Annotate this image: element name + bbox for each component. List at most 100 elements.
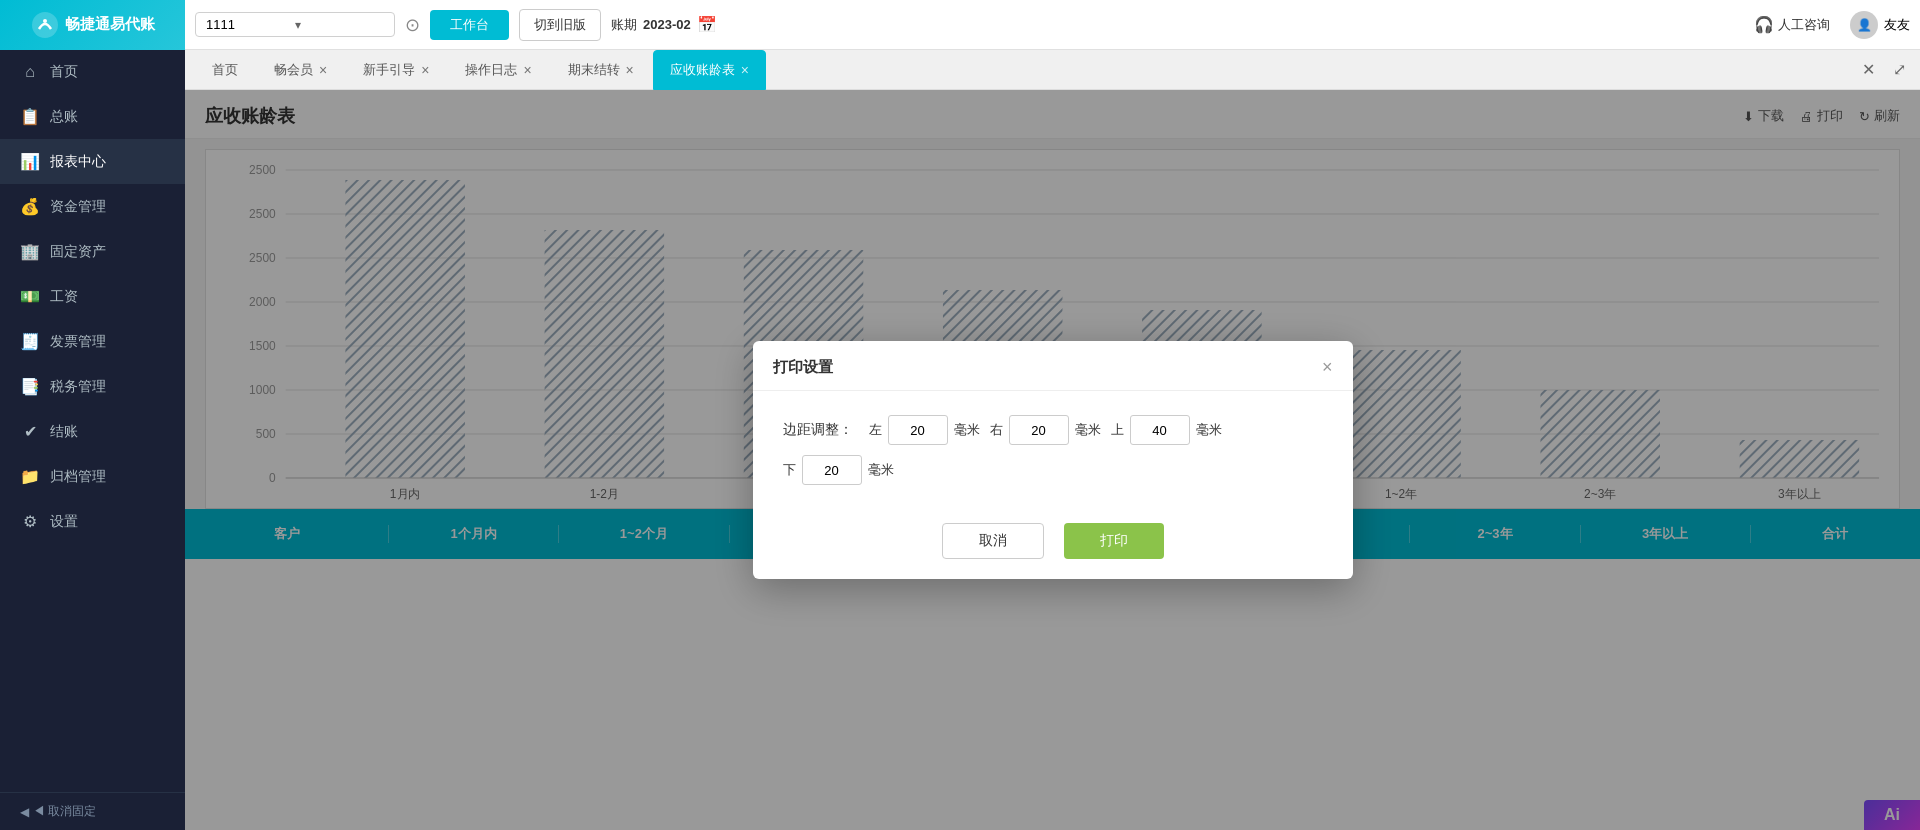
sidebar-collapse-button[interactable]: ◀ ◀ 取消固定 [0, 792, 185, 830]
tab-guide-label: 新手引导 [363, 61, 415, 79]
workbench-button[interactable]: 工作台 [430, 10, 509, 40]
tab-bar: 首页 畅会员 × 新手引导 × 操作日志 × 期末结转 × 应收账龄表 × [185, 50, 1920, 90]
sidebar-item-funds[interactable]: 💰 资金管理 [0, 184, 185, 229]
company-selector[interactable]: 1111 ▾ [195, 12, 395, 37]
tab-member[interactable]: 畅会员 × [257, 50, 344, 90]
sidebar-item-salary[interactable]: 💵 工资 [0, 274, 185, 319]
sidebar-label-salary: 工资 [50, 288, 78, 306]
content-area: 首页 畅会员 × 新手引导 × 操作日志 × 期末结转 × 应收账龄表 × [185, 50, 1920, 830]
tab-oplog-label: 操作日志 [465, 61, 517, 79]
archive-icon: 📁 [20, 467, 40, 486]
bottom-margin-input[interactable] [802, 455, 862, 485]
sidebar-item-checkout[interactable]: ✔ 结账 [0, 409, 185, 454]
assets-icon: 🏢 [20, 242, 40, 261]
tab-aging[interactable]: 应收账龄表 × [653, 50, 766, 90]
left-margin-group: 左 毫米 [869, 415, 980, 445]
left-unit: 毫米 [954, 421, 980, 439]
logo-icon [31, 11, 59, 39]
checkout-icon: ✔ [20, 422, 40, 441]
collapse-icon: ◀ [20, 805, 29, 819]
period-value: 2023-02 [643, 17, 691, 32]
top-margin-input[interactable] [1130, 415, 1190, 445]
sidebar-item-home[interactable]: ⌂ 首页 [0, 50, 185, 94]
chevron-down-icon: ▾ [295, 18, 301, 32]
cancel-button[interactable]: 取消 [942, 523, 1044, 559]
tab-yearend-label: 期末结转 [568, 61, 620, 79]
sidebar-label-invoice: 发票管理 [50, 333, 106, 351]
avatar-icon: 👤 [1857, 18, 1872, 32]
company-copy-button[interactable]: ⊙ [405, 14, 420, 36]
company-name: 1111 [206, 17, 235, 32]
right-margin-input[interactable] [1009, 415, 1069, 445]
tab-aging-label: 应收账龄表 [670, 61, 735, 79]
ledger-icon: 📋 [20, 107, 40, 126]
sidebar-item-assets[interactable]: 🏢 固定资产 [0, 229, 185, 274]
sidebar-label-checkout: 结账 [50, 423, 78, 441]
user-label: 友友 [1884, 16, 1910, 34]
top-label: 上 [1111, 421, 1124, 439]
collapse-label: ◀ 取消固定 [33, 803, 96, 820]
top-unit: 毫米 [1196, 421, 1222, 439]
tab-guide[interactable]: 新手引导 × [346, 50, 446, 90]
bottom-unit: 毫米 [868, 461, 894, 479]
settings-icon: ⚙ [20, 512, 40, 531]
sidebar-label-settings: 设置 [50, 513, 78, 531]
tab-guide-close[interactable]: × [421, 63, 429, 77]
period-area: 账期 2023-02 📅 [611, 15, 717, 34]
tab-yearend-close[interactable]: × [626, 63, 634, 77]
period-label: 账期 [611, 16, 637, 34]
sidebar-item-invoice[interactable]: 🧾 发票管理 [0, 319, 185, 364]
logo-text: 畅捷通易代账 [65, 15, 155, 34]
sidebar-label-ledger: 总账 [50, 108, 78, 126]
expand-button[interactable]: ⤢ [1889, 56, 1910, 83]
old-version-button[interactable]: 切到旧版 [519, 9, 601, 41]
tab-yearend[interactable]: 期末结转 × [551, 50, 651, 90]
funds-icon: 💰 [20, 197, 40, 216]
consultation-button[interactable]: 🎧 人工咨询 [1754, 15, 1830, 34]
right-margin-group: 右 毫米 [990, 415, 1101, 445]
main-layout: ⌂ 首页 📋 总账 📊 报表中心 💰 资金管理 🏢 固定资产 💵 工资 🧾 发票… [0, 50, 1920, 830]
tab-aging-close[interactable]: × [741, 63, 749, 77]
sidebar-label-reports: 报表中心 [50, 153, 106, 171]
reports-icon: 📊 [20, 152, 40, 171]
close-all-button[interactable]: ✕ [1858, 56, 1879, 83]
sidebar: ⌂ 首页 📋 总账 📊 报表中心 💰 资金管理 🏢 固定资产 💵 工资 🧾 发票… [0, 50, 185, 830]
dialog-close-button[interactable]: × [1322, 357, 1333, 378]
sidebar-item-reports[interactable]: 📊 报表中心 [0, 139, 185, 184]
dialog-title: 打印设置 [773, 358, 833, 377]
sidebar-item-tax[interactable]: 📑 税务管理 [0, 364, 185, 409]
tax-icon: 📑 [20, 377, 40, 396]
tab-member-close[interactable]: × [319, 63, 327, 77]
left-margin-input[interactable] [888, 415, 948, 445]
sidebar-label-funds: 资金管理 [50, 198, 106, 216]
header-right: 🎧 人工咨询 👤 友友 [1754, 11, 1910, 39]
dialog-header: 打印设置 × [753, 341, 1353, 391]
top-margin-group: 上 毫米 [1111, 415, 1222, 445]
tab-actions: ✕ ⤢ [1858, 56, 1910, 83]
dialog-body: 边距调整： 左 毫米 右 毫米 [753, 391, 1353, 509]
tab-home[interactable]: 首页 [195, 50, 255, 90]
invoice-icon: 🧾 [20, 332, 40, 351]
right-unit: 毫米 [1075, 421, 1101, 439]
salary-icon: 💵 [20, 287, 40, 306]
tab-oplog-close[interactable]: × [523, 63, 531, 77]
sidebar-item-ledger[interactable]: 📋 总账 [0, 94, 185, 139]
headset-icon: 🎧 [1754, 15, 1774, 34]
logo-area: 畅捷通易代账 [0, 0, 185, 50]
home-icon: ⌂ [20, 63, 40, 81]
consultation-label: 人工咨询 [1778, 16, 1830, 34]
margin-row: 边距调整： 左 毫米 右 毫米 [783, 415, 1323, 485]
print-confirm-button[interactable]: 打印 [1064, 523, 1164, 559]
user-area[interactable]: 👤 友友 [1850, 11, 1910, 39]
calendar-icon[interactable]: 📅 [697, 15, 717, 34]
sidebar-item-settings[interactable]: ⚙ 设置 [0, 499, 185, 544]
left-label: 左 [869, 421, 882, 439]
page-content: 应收账龄表 ⬇ 下载 🖨 打印 ↻ 刷新 [185, 90, 1920, 830]
sidebar-item-archive[interactable]: 📁 归档管理 [0, 454, 185, 499]
print-dialog: 打印设置 × 边距调整： 左 毫米 右 [753, 341, 1353, 579]
top-header: 畅捷通易代账 1111 ▾ ⊙ 工作台 切到旧版 账期 2023-02 📅 🎧 … [0, 0, 1920, 50]
avatar: 👤 [1850, 11, 1878, 39]
right-label: 右 [990, 421, 1003, 439]
tab-oplog[interactable]: 操作日志 × [448, 50, 548, 90]
tab-home-label: 首页 [212, 61, 238, 79]
